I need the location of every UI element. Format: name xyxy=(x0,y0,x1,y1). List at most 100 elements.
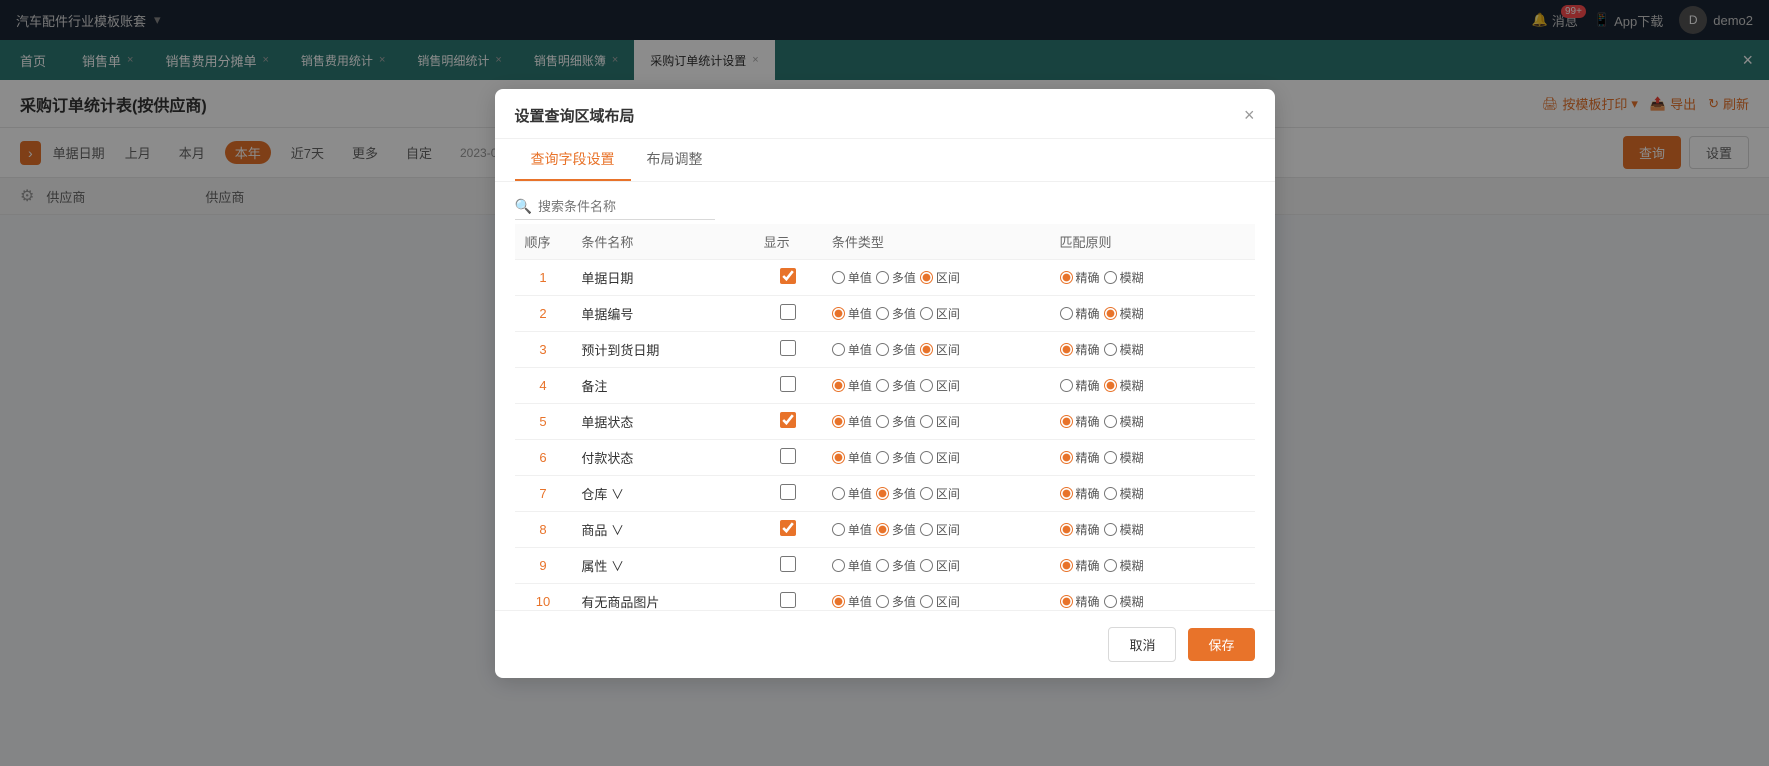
type-multi-label-1[interactable]: 多值 xyxy=(876,269,916,286)
match-exact-label-1[interactable]: 精确 xyxy=(1060,269,1100,286)
match-exact-label-3[interactable]: 精确 xyxy=(1060,341,1100,358)
match-fuzzy-radio-10[interactable] xyxy=(1104,595,1117,608)
type-multi-radio-7[interactable] xyxy=(876,487,889,500)
match-exact-label-2[interactable]: 精确 xyxy=(1060,305,1100,322)
match-exact-radio-10[interactable] xyxy=(1060,595,1073,608)
dialog-close-button[interactable]: × xyxy=(1244,105,1255,126)
row-show-1[interactable] xyxy=(754,260,822,296)
type-multi-radio-2[interactable] xyxy=(876,307,889,320)
type-range-label-7[interactable]: 区间 xyxy=(920,485,960,502)
type-single-label-1[interactable]: 单值 xyxy=(832,269,872,286)
match-fuzzy-radio-3[interactable] xyxy=(1104,343,1117,356)
type-range-radio-9[interactable] xyxy=(920,559,933,572)
type-range-radio-5[interactable] xyxy=(920,415,933,428)
type-single-radio-2[interactable] xyxy=(832,307,845,320)
type-multi-radio-9[interactable] xyxy=(876,559,889,572)
type-single-radio-4[interactable] xyxy=(832,379,845,392)
match-exact-label-8[interactable]: 精确 xyxy=(1060,521,1100,538)
type-multi-label-4[interactable]: 多值 xyxy=(876,377,916,394)
type-multi-radio-6[interactable] xyxy=(876,451,889,464)
show-checkbox-1[interactable] xyxy=(780,268,796,284)
type-range-radio-6[interactable] xyxy=(920,451,933,464)
type-multi-radio-8[interactable] xyxy=(876,523,889,536)
match-fuzzy-label-5[interactable]: 模糊 xyxy=(1104,413,1144,430)
show-checkbox-9[interactable] xyxy=(780,556,796,572)
type-range-radio-3[interactable] xyxy=(920,343,933,356)
type-single-label-10[interactable]: 单值 xyxy=(832,593,872,610)
show-checkbox-5[interactable] xyxy=(780,412,796,428)
type-single-radio-10[interactable] xyxy=(832,595,845,608)
match-fuzzy-radio-6[interactable] xyxy=(1104,451,1117,464)
row-show-6[interactable] xyxy=(754,439,822,475)
type-single-label-4[interactable]: 单值 xyxy=(832,377,872,394)
row-show-3[interactable] xyxy=(754,331,822,367)
type-range-radio-10[interactable] xyxy=(920,595,933,608)
row-show-5[interactable] xyxy=(754,403,822,439)
match-fuzzy-radio-2[interactable] xyxy=(1104,307,1117,320)
type-range-label-8[interactable]: 区间 xyxy=(920,521,960,538)
type-multi-radio-1[interactable] xyxy=(876,271,889,284)
type-single-radio-6[interactable] xyxy=(832,451,845,464)
match-exact-radio-2[interactable] xyxy=(1060,307,1073,320)
match-fuzzy-label-7[interactable]: 模糊 xyxy=(1104,485,1144,502)
type-single-label-6[interactable]: 单值 xyxy=(832,449,872,466)
type-range-radio-4[interactable] xyxy=(920,379,933,392)
cancel-button[interactable]: 取消 xyxy=(1108,627,1176,662)
type-range-label-5[interactable]: 区间 xyxy=(920,413,960,430)
row-show-9[interactable] xyxy=(754,547,822,583)
type-multi-label-5[interactable]: 多值 xyxy=(876,413,916,430)
type-multi-label-6[interactable]: 多值 xyxy=(876,449,916,466)
match-fuzzy-label-9[interactable]: 模糊 xyxy=(1104,557,1144,574)
type-single-radio-8[interactable] xyxy=(832,523,845,536)
type-range-label-2[interactable]: 区间 xyxy=(920,305,960,322)
match-exact-label-6[interactable]: 精确 xyxy=(1060,449,1100,466)
type-single-radio-7[interactable] xyxy=(832,487,845,500)
type-range-radio-2[interactable] xyxy=(920,307,933,320)
match-fuzzy-radio-9[interactable] xyxy=(1104,559,1117,572)
tab-query-fields[interactable]: 查询字段设置 xyxy=(515,139,631,181)
tab-layout-adjust[interactable]: 布局调整 xyxy=(631,139,719,181)
type-single-label-2[interactable]: 单值 xyxy=(832,305,872,322)
match-fuzzy-label-10[interactable]: 模糊 xyxy=(1104,593,1144,610)
match-fuzzy-label-3[interactable]: 模糊 xyxy=(1104,341,1144,358)
row-show-8[interactable] xyxy=(754,511,822,547)
match-exact-radio-6[interactable] xyxy=(1060,451,1073,464)
type-single-label-3[interactable]: 单值 xyxy=(832,341,872,358)
type-range-label-1[interactable]: 区间 xyxy=(920,269,960,286)
type-single-label-8[interactable]: 单值 xyxy=(832,521,872,538)
type-single-radio-5[interactable] xyxy=(832,415,845,428)
match-exact-radio-4[interactable] xyxy=(1060,379,1073,392)
type-single-label-5[interactable]: 单值 xyxy=(832,413,872,430)
show-checkbox-7[interactable] xyxy=(780,484,796,500)
show-checkbox-2[interactable] xyxy=(780,304,796,320)
type-single-radio-1[interactable] xyxy=(832,271,845,284)
type-multi-label-3[interactable]: 多值 xyxy=(876,341,916,358)
type-range-label-10[interactable]: 区间 xyxy=(920,593,960,610)
match-exact-radio-8[interactable] xyxy=(1060,523,1073,536)
type-multi-label-7[interactable]: 多值 xyxy=(876,485,916,502)
type-multi-label-8[interactable]: 多值 xyxy=(876,521,916,538)
search-input[interactable] xyxy=(538,199,698,214)
type-multi-radio-5[interactable] xyxy=(876,415,889,428)
match-fuzzy-radio-4[interactable] xyxy=(1104,379,1117,392)
match-fuzzy-radio-1[interactable] xyxy=(1104,271,1117,284)
show-checkbox-4[interactable] xyxy=(780,376,796,392)
match-exact-radio-3[interactable] xyxy=(1060,343,1073,356)
match-fuzzy-radio-7[interactable] xyxy=(1104,487,1117,500)
match-fuzzy-radio-5[interactable] xyxy=(1104,415,1117,428)
show-checkbox-3[interactable] xyxy=(780,340,796,356)
show-checkbox-8[interactable] xyxy=(780,520,796,536)
match-fuzzy-label-8[interactable]: 模糊 xyxy=(1104,521,1144,538)
type-multi-label-9[interactable]: 多值 xyxy=(876,557,916,574)
match-exact-label-4[interactable]: 精确 xyxy=(1060,377,1100,394)
type-multi-label-2[interactable]: 多值 xyxy=(876,305,916,322)
match-exact-label-9[interactable]: 精确 xyxy=(1060,557,1100,574)
type-range-label-9[interactable]: 区间 xyxy=(920,557,960,574)
match-fuzzy-label-6[interactable]: 模糊 xyxy=(1104,449,1144,466)
row-show-4[interactable] xyxy=(754,367,822,403)
match-fuzzy-label-1[interactable]: 模糊 xyxy=(1104,269,1144,286)
type-range-radio-8[interactable] xyxy=(920,523,933,536)
type-multi-radio-4[interactable] xyxy=(876,379,889,392)
type-single-label-7[interactable]: 单值 xyxy=(832,485,872,502)
match-exact-radio-1[interactable] xyxy=(1060,271,1073,284)
